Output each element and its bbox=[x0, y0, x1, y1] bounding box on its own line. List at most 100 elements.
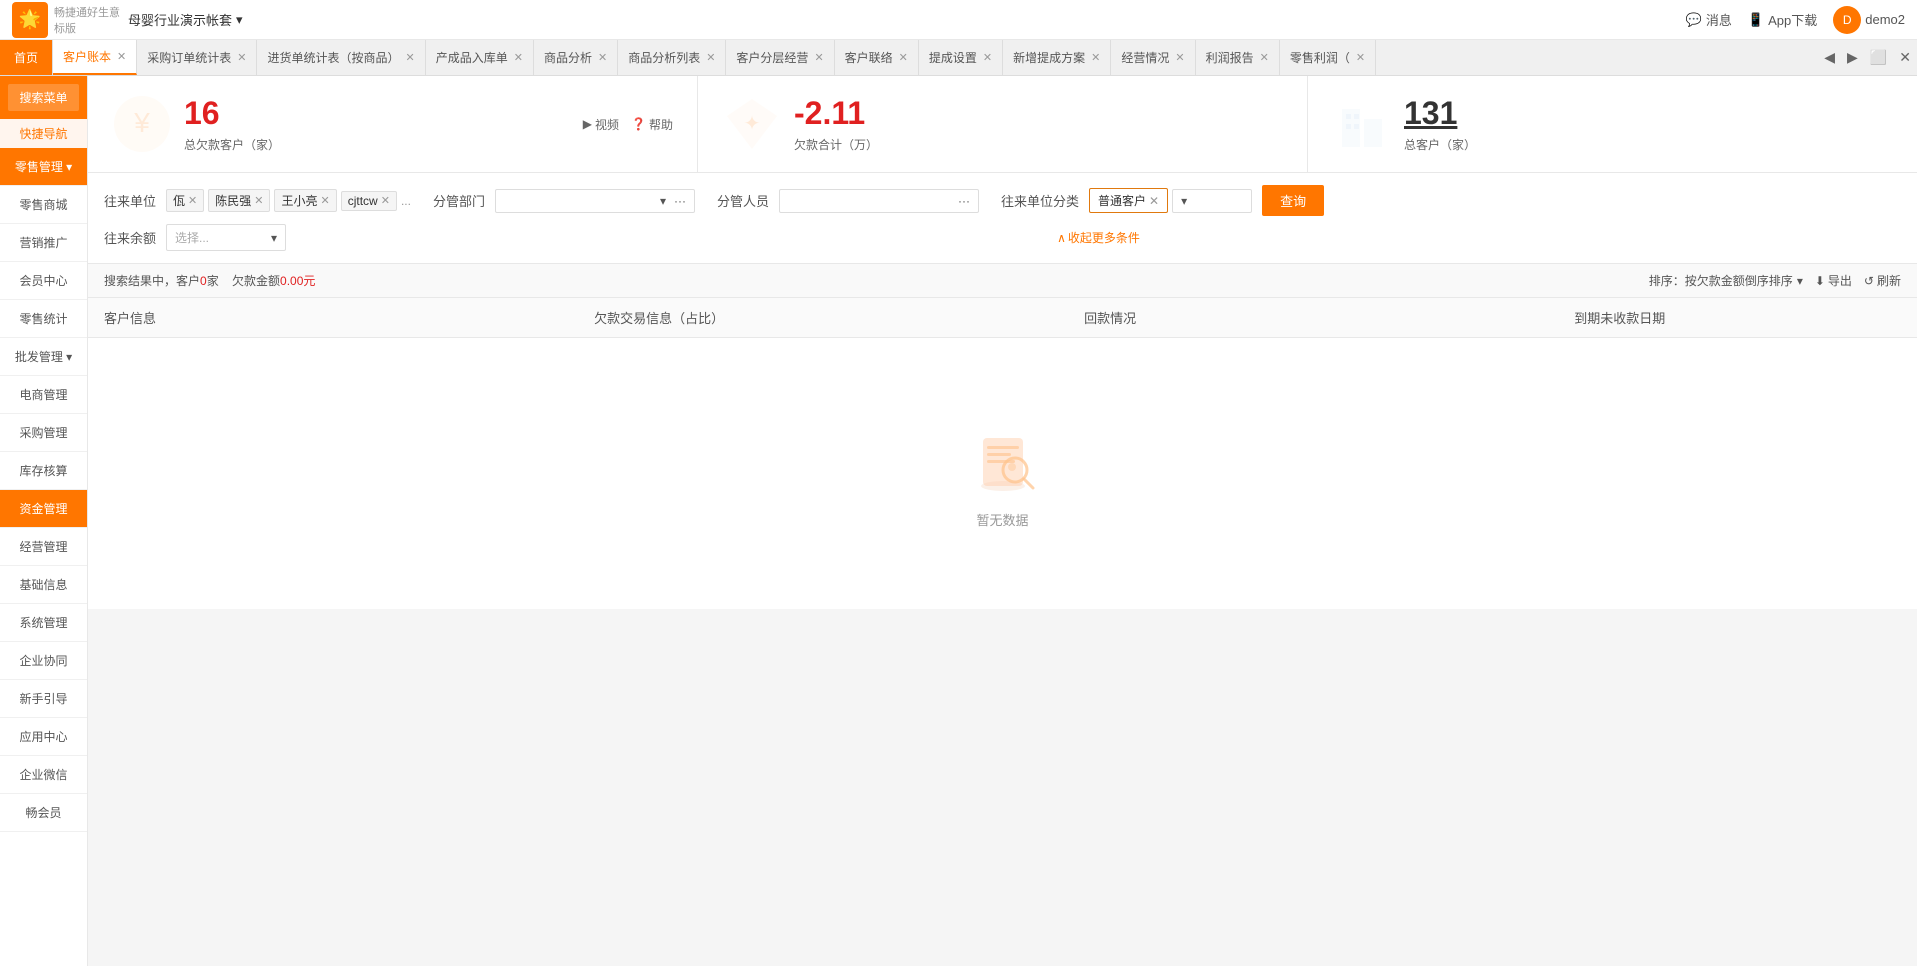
message-btn[interactable]: 💬 消息 bbox=[1686, 10, 1732, 29]
tab-home[interactable]: 首页 bbox=[0, 40, 53, 75]
video-link[interactable]: ▶ 视频 bbox=[583, 116, 619, 133]
filter-tag-wangxiaoliang-remove[interactable]: ✕ bbox=[321, 194, 330, 207]
stat-overdue-amount-numbers: -2.11 欠款合计（万） bbox=[794, 95, 878, 153]
tab-new-bonus-close[interactable]: ✕ bbox=[1091, 51, 1100, 64]
sidebar-item-finance[interactable]: 资金管理 bbox=[0, 490, 87, 528]
search-menu-btn[interactable]: 搜索菜单 bbox=[8, 84, 79, 111]
filter-tag-chenminqiang: 陈民强 ✕ bbox=[208, 189, 270, 212]
help-link[interactable]: ❓ 帮助 bbox=[631, 116, 673, 133]
branch-person-select[interactable]: ··· bbox=[779, 189, 979, 213]
tab-close-all-icon[interactable]: ✕ bbox=[1893, 49, 1917, 66]
app-download-label: App下载 bbox=[1768, 10, 1817, 29]
tab-profit-report-close[interactable]: ✕ bbox=[1260, 51, 1269, 64]
sidebar-item-app-center[interactable]: 应用中心 bbox=[0, 718, 87, 756]
user-area[interactable]: D demo2 bbox=[1833, 6, 1905, 34]
sidebar-item-operation[interactable]: 经营管理 bbox=[0, 528, 87, 566]
topbar: 🌟 畅捷通好生意 标版 母婴行业演示帐套 ▾ 💬 消息 📱 App下载 D de… bbox=[0, 0, 1917, 40]
avatar: D bbox=[1833, 6, 1861, 34]
sidebar-item-retail-mgmt[interactable]: 零售管理 ▾ bbox=[0, 148, 87, 186]
filter-row-1: 往来单位 佤 ✕ 陈民强 ✕ 王小亮 ✕ cjttcw bbox=[104, 185, 1901, 216]
tab-purchase-close[interactable]: ✕ bbox=[237, 51, 246, 64]
tab-goods-analysis-close[interactable]: ✕ bbox=[598, 51, 607, 64]
tabbar-arrows: ◀ ▶ ⬜ ✕ bbox=[1818, 40, 1917, 75]
sidebar-item-purchase[interactable]: 采购管理 bbox=[0, 414, 87, 452]
tab-product-in-label: 产成品入库单 bbox=[436, 49, 508, 66]
branch-person-label: 分管人员 bbox=[717, 191, 769, 210]
tab-customer-segment-label: 客户分层经营 bbox=[736, 49, 808, 66]
balance-input[interactable]: 选择... ▾ bbox=[166, 224, 286, 251]
col-overdue-trade: 欠款交易信息（占比） bbox=[594, 308, 1084, 327]
collapse-label: 收起更多条件 bbox=[1068, 229, 1140, 246]
sidebar-item-new-guide[interactable]: 新手引导 bbox=[0, 680, 87, 718]
sidebar-item-member[interactable]: 畅会员 bbox=[0, 794, 87, 832]
sidebar-item-ecommerce[interactable]: 电商管理 bbox=[0, 376, 87, 414]
tab-operation[interactable]: 经营情况 ✕ bbox=[1111, 40, 1195, 75]
sort-selector[interactable]: 排序：按欠款金额倒序排序 ▾ bbox=[1649, 272, 1803, 289]
tab-maximize-icon[interactable]: ⬜ bbox=[1864, 49, 1893, 66]
tab-customer-contact-close[interactable]: ✕ bbox=[899, 51, 908, 64]
sidebar-item-retail-mall[interactable]: 零售商城 bbox=[0, 186, 87, 224]
tab-customer-segment[interactable]: 客户分层经营 ✕ bbox=[726, 40, 834, 75]
app-download-btn[interactable]: 📱 App下载 bbox=[1748, 10, 1817, 29]
sidebar-item-enterprise[interactable]: 企业协同 bbox=[0, 642, 87, 680]
tab-new-bonus[interactable]: 新增提成方案 ✕ bbox=[1003, 40, 1111, 75]
tab-stock-in-close[interactable]: ✕ bbox=[406, 51, 415, 64]
account-dropdown[interactable]: 母婴行业演示帐套 ▾ bbox=[128, 10, 243, 29]
tab-home-label: 首页 bbox=[14, 49, 38, 66]
unit-category-select[interactable]: ▾ bbox=[1172, 189, 1252, 213]
branch-dept-arrow: ▾ bbox=[660, 194, 666, 208]
tab-reminder-label: 提成设置 bbox=[929, 49, 977, 66]
tab-stock-in-label: 进货单统计表（按商品） bbox=[267, 49, 399, 66]
tab-operation-close[interactable]: ✕ bbox=[1175, 51, 1184, 64]
tab-customer-segment-close[interactable]: ✕ bbox=[814, 51, 823, 64]
sidebar-item-wechat[interactable]: 企业微信 bbox=[0, 756, 87, 794]
tab-reminder-close[interactable]: ✕ bbox=[983, 51, 992, 64]
export-btn[interactable]: ⬇ 导出 bbox=[1815, 272, 1852, 289]
tab-reminder[interactable]: 提成设置 ✕ bbox=[919, 40, 1003, 75]
sidebar-item-system[interactable]: 系统管理 bbox=[0, 604, 87, 642]
diamond-icon: ✦ bbox=[722, 94, 782, 154]
sidebar-item-basic-info[interactable]: 基础信息 bbox=[0, 566, 87, 604]
sidebar-item-member-center[interactable]: 会员中心 bbox=[0, 262, 87, 300]
tab-retail-profit[interactable]: 零售利润（ ✕ bbox=[1280, 40, 1376, 75]
tab-next-arrow[interactable]: ▶ bbox=[1841, 49, 1864, 66]
balance-arrow: ▾ bbox=[271, 231, 277, 245]
filter-tag-wa-remove[interactable]: ✕ bbox=[188, 194, 197, 207]
filter-tag-wa-label: 佤 bbox=[173, 192, 185, 209]
sidebar-item-wholesale[interactable]: 批发管理 ▾ bbox=[0, 338, 87, 376]
tab-retail-profit-close[interactable]: ✕ bbox=[1356, 51, 1365, 64]
tab-profit-report[interactable]: 利润报告 ✕ bbox=[1196, 40, 1280, 75]
tab-customer-contact[interactable]: 客户联络 ✕ bbox=[835, 40, 919, 75]
collapse-btn[interactable]: ∧ 收起更多条件 bbox=[1057, 229, 1140, 246]
tab-purchase-order[interactable]: 采购订单统计表 ✕ bbox=[137, 40, 257, 75]
message-icon: 💬 bbox=[1686, 12, 1702, 28]
filter-more-btn[interactable]: ... bbox=[401, 194, 411, 208]
tab-product-in-close[interactable]: ✕ bbox=[514, 51, 523, 64]
topbar-left: 🌟 畅捷通好生意 标版 母婴行业演示帐套 ▾ bbox=[12, 2, 243, 38]
tab-stock-in[interactable]: 进货单统计表（按商品） ✕ bbox=[257, 40, 425, 75]
tab-prev-arrow[interactable]: ◀ bbox=[1818, 49, 1841, 66]
stat-total-customers-numbers: 131 总客户（家） bbox=[1404, 95, 1476, 153]
tab-customer-book-close[interactable]: ✕ bbox=[117, 50, 126, 63]
tab-goods-analysis-list-close[interactable]: ✕ bbox=[706, 51, 715, 64]
tab-goods-analysis-list[interactable]: 商品分析列表 ✕ bbox=[618, 40, 726, 75]
tab-product-in[interactable]: 产成品入库单 ✕ bbox=[426, 40, 534, 75]
tab-customer-book[interactable]: 客户账本 ✕ bbox=[53, 40, 137, 75]
tabbar: 首页 客户账本 ✕ 采购订单统计表 ✕ 进货单统计表（按商品） ✕ 产成品入库单… bbox=[0, 40, 1917, 76]
sidebar-item-marketing[interactable]: 营销推广 bbox=[0, 224, 87, 262]
query-button[interactable]: 查询 bbox=[1262, 185, 1324, 216]
unit-category-normal-remove[interactable]: ✕ bbox=[1149, 194, 1159, 208]
filter-tag-cjttcw-remove[interactable]: ✕ bbox=[381, 194, 390, 207]
sidebar-item-retail-stats[interactable]: 零售统计 bbox=[0, 300, 87, 338]
tab-goods-analysis[interactable]: 商品分析 ✕ bbox=[534, 40, 618, 75]
filter-tag-wangxiaoliang: 王小亮 ✕ bbox=[274, 189, 336, 212]
branch-dept-select[interactable]: ▾ ··· bbox=[495, 189, 695, 213]
tab-operation-label: 经营情况 bbox=[1121, 49, 1169, 66]
sidebar-item-inventory[interactable]: 库存核算 bbox=[0, 452, 87, 490]
business-unit-tags: 佤 ✕ 陈民强 ✕ 王小亮 ✕ cjttcw ✕ ... bbox=[166, 189, 411, 212]
refresh-btn[interactable]: ↺ 刷新 bbox=[1864, 272, 1901, 289]
sidebar-quick-nav[interactable]: 快捷导航 bbox=[0, 119, 87, 148]
filter-tag-chenminqiang-remove[interactable]: ✕ bbox=[254, 194, 263, 207]
question-icon: ❓ bbox=[631, 117, 646, 131]
mobile-icon: 📱 bbox=[1748, 12, 1764, 28]
